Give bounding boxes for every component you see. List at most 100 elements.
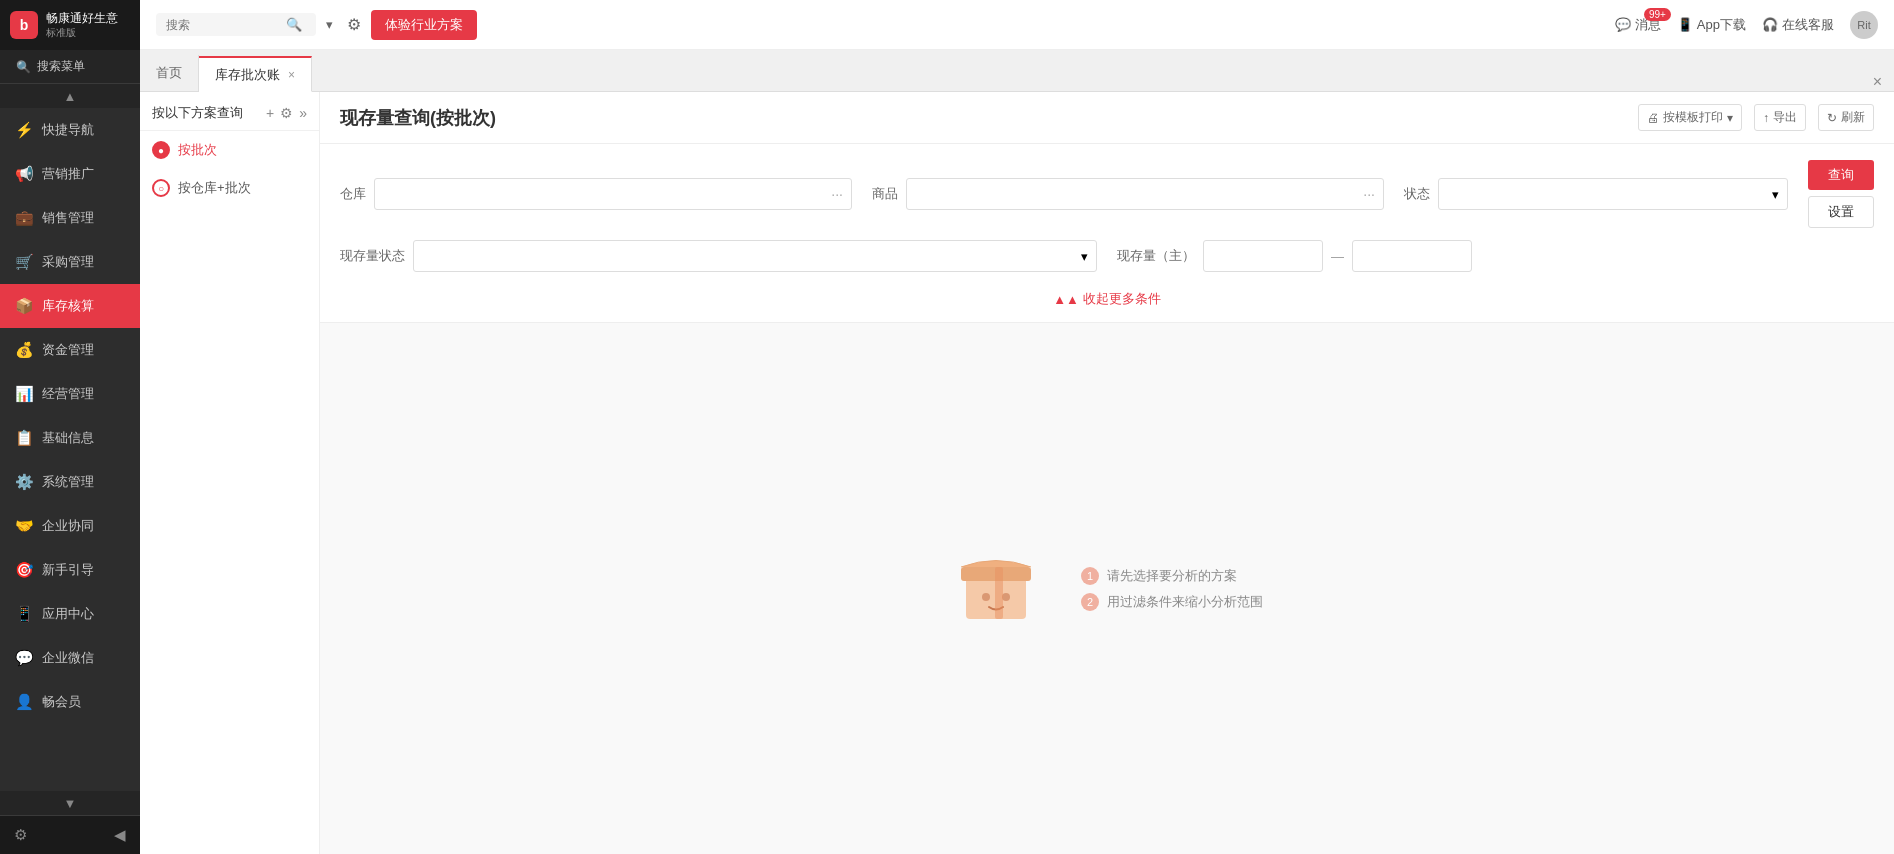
shortcut-icon: ⚡	[14, 120, 34, 140]
tab-inventory-batch[interactable]: 库存批次账 ×	[199, 56, 312, 92]
search-icon: 🔍	[286, 17, 302, 32]
tab-home[interactable]: 首页	[140, 55, 199, 91]
empty-tips: 1 请先选择要分析的方案 2 用过滤条件来缩小分析范围	[1081, 567, 1263, 611]
sidebar-item-apps[interactable]: 📱 应用中心	[0, 592, 140, 636]
sidebar-item-wechat[interactable]: 💬 企业微信	[0, 636, 140, 680]
message-icon: 💬	[1615, 17, 1631, 32]
message-btn[interactable]: 💬 消息 99+	[1615, 16, 1661, 34]
sidebar-item-label: 企业微信	[42, 649, 94, 667]
sidebar-scroll-up[interactable]: ▲	[0, 84, 140, 108]
sidebar-item-label: 快捷导航	[42, 121, 94, 139]
product-more-icon[interactable]: ···	[1363, 186, 1375, 202]
stock-qty-from-input[interactable]	[1203, 240, 1323, 272]
print-dropdown-icon[interactable]: ▾	[1727, 111, 1733, 125]
query-header: 现存量查询(按批次) 🖨 按模板打印 ▾ ↑ 导出 ↻ 刷新	[320, 92, 1894, 144]
apps-icon: 📱	[14, 604, 34, 624]
collapse-panel-icon[interactable]: »	[299, 105, 307, 121]
page-title: 现存量查询(按批次)	[340, 106, 496, 130]
sidebar-item-newuser[interactable]: 🎯 新手引导	[0, 548, 140, 592]
topbar-gear-icon[interactable]: ⚙	[347, 15, 361, 34]
warehouse-label: 仓库	[340, 185, 366, 203]
topbar-search-input[interactable]	[166, 18, 286, 32]
sidebar-item-label: 基础信息	[42, 429, 94, 447]
refresh-btn[interactable]: ↻ 刷新	[1818, 104, 1874, 131]
scheme-settings-icon[interactable]: ⚙	[280, 105, 293, 121]
sidebar-item-label: 销售管理	[42, 209, 94, 227]
sidebar: b 畅康通好生意 标准版 🔍 搜索菜单 ▲ ⚡ 快捷导航 📢 营销推广 💼 销售…	[0, 0, 140, 854]
topbar-dropdown[interactable]: ▾	[326, 17, 333, 32]
query-header-actions: 🖨 按模板打印 ▾ ↑ 导出 ↻ 刷新	[1638, 104, 1874, 131]
avatar: Rit	[1850, 11, 1878, 39]
tab-close-icon[interactable]: ×	[288, 68, 295, 82]
warehouse-input[interactable]: ···	[374, 178, 852, 210]
sidebar-item-inventory[interactable]: 📦 库存核算	[0, 284, 140, 328]
enterprise-icon: 🤝	[14, 516, 34, 536]
scheme-item-batch[interactable]: ● 按批次	[140, 131, 319, 169]
product-input[interactable]: ···	[906, 178, 1384, 210]
sidebar-item-system[interactable]: ⚙️ 系统管理	[0, 460, 140, 504]
export-btn[interactable]: ↑ 导出	[1754, 104, 1806, 131]
warehouse-filter-group: 仓库 ···	[340, 178, 852, 210]
online-service-btn[interactable]: 🎧 在线客服	[1762, 16, 1834, 34]
collapse-more-btn[interactable]: ▲▲ 收起更多条件	[340, 284, 1874, 314]
add-scheme-icon[interactable]: +	[266, 105, 274, 121]
industry-btn[interactable]: 体验行业方案	[371, 10, 477, 40]
stock-qty-to-input[interactable]	[1352, 240, 1472, 272]
sidebar-item-label: 系统管理	[42, 473, 94, 491]
empty-state: 1 请先选择要分析的方案 2 用过滤条件来缩小分析范围	[320, 323, 1894, 854]
sidebar-item-marketing[interactable]: 📢 营销推广	[0, 152, 140, 196]
settings-icon[interactable]: ⚙	[14, 826, 27, 844]
status-filter-group: 状态 ▾	[1404, 178, 1788, 210]
app-download-btn[interactable]: 📱 App下载	[1677, 16, 1746, 34]
sidebar-item-member[interactable]: 👤 畅会员	[0, 680, 140, 724]
sidebar-item-purchase[interactable]: 🛒 采购管理	[0, 240, 140, 284]
purchase-icon: 🛒	[14, 252, 34, 272]
warehouse-more-icon[interactable]: ···	[831, 186, 843, 202]
tab-active-label: 库存批次账	[215, 66, 280, 84]
query-actions: 查询 设置	[1808, 160, 1874, 228]
sidebar-scroll-down[interactable]: ▼	[0, 791, 140, 815]
sidebar-search[interactable]: 🔍 搜索菜单	[0, 50, 140, 84]
sidebar-nav: ⚡ 快捷导航 📢 营销推广 💼 销售管理 🛒 采购管理 📦 库存核算 💰 资金管…	[0, 108, 140, 791]
operations-icon: 📊	[14, 384, 34, 404]
tab-panel-close-btn[interactable]: ×	[1861, 73, 1894, 91]
status-dropdown-icon: ▾	[1772, 187, 1779, 202]
sidebar-item-basic[interactable]: 📋 基础信息	[0, 416, 140, 460]
empty-state-icon	[951, 539, 1051, 639]
sidebar-item-label: 库存核算	[42, 297, 94, 315]
sidebar-item-operations[interactable]: 📊 经营管理	[0, 372, 140, 416]
query-btn[interactable]: 查询	[1808, 160, 1874, 190]
sidebar-item-finance[interactable]: 💰 资金管理	[0, 328, 140, 372]
app-download-icon: 📱	[1677, 17, 1693, 32]
content-area: 按以下方案查询 + ⚙ » ● 按批次 ○ 按仓库+批次 现存量查询(按批次)	[140, 92, 1894, 854]
collapse-sidebar-icon[interactable]: ◀	[114, 826, 126, 844]
filter-form: 仓库 ··· 商品 ··· 状态	[320, 144, 1894, 323]
sidebar-item-label: 采购管理	[42, 253, 94, 271]
settings-btn[interactable]: 设置	[1808, 196, 1874, 228]
topbar-left: 🔍 ▾ ⚙ 体验行业方案	[156, 10, 477, 40]
query-area: 现存量查询(按批次) 🖨 按模板打印 ▾ ↑ 导出 ↻ 刷新	[320, 92, 1894, 854]
sidebar-item-label: 应用中心	[42, 605, 94, 623]
sidebar-item-enterprise[interactable]: 🤝 企业协同	[0, 504, 140, 548]
sales-icon: 💼	[14, 208, 34, 228]
sidebar-header: b 畅康通好生意 标准版	[0, 0, 140, 50]
scheme-batch-icon: ●	[152, 141, 170, 159]
tip-num-2: 2	[1081, 593, 1099, 611]
stock-status-label: 现存量状态	[340, 247, 405, 265]
warehouse-text-input[interactable]	[383, 187, 827, 202]
empty-tip-1: 1 请先选择要分析的方案	[1081, 567, 1263, 585]
filter-panel: 按以下方案查询 + ⚙ » ● 按批次 ○ 按仓库+批次	[140, 92, 320, 854]
status-select[interactable]: ▾	[1438, 178, 1788, 210]
filter-row-1: 仓库 ··· 商品 ··· 状态	[340, 160, 1874, 228]
user-avatar-btn[interactable]: Rit	[1850, 11, 1878, 39]
svg-rect-4	[995, 567, 1003, 619]
print-btn[interactable]: 🖨 按模板打印 ▾	[1638, 104, 1742, 131]
search-label: 搜索菜单	[37, 58, 85, 75]
search-icon: 🔍	[16, 60, 31, 74]
scheme-item-warehouse-batch[interactable]: ○ 按仓库+批次	[140, 169, 319, 207]
sidebar-item-sales[interactable]: 💼 销售管理	[0, 196, 140, 240]
product-text-input[interactable]	[915, 187, 1359, 202]
topbar-search-box[interactable]: 🔍	[156, 13, 316, 36]
stock-status-select[interactable]: ▾	[413, 240, 1097, 272]
sidebar-item-shortcut[interactable]: ⚡ 快捷导航	[0, 108, 140, 152]
